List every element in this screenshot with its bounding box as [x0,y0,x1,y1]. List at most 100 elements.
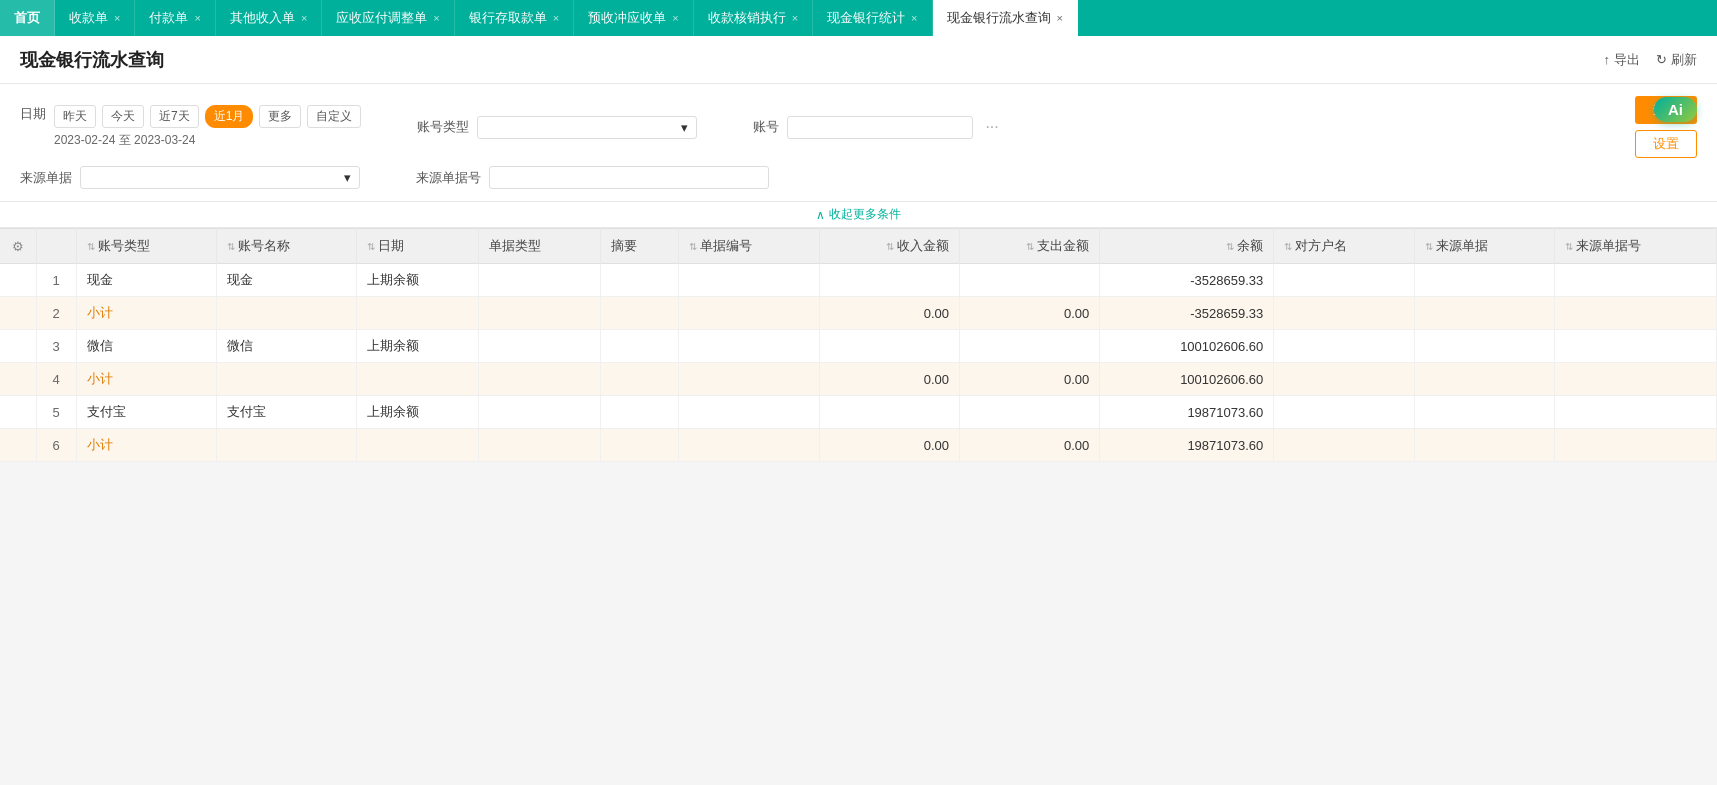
source-doc-no-label: 来源单据号 [416,169,481,187]
balance-cell: -3528659.33 [1100,264,1274,297]
account-filter: 账号 ··· [753,116,1002,139]
expense-cell: 0.00 [960,429,1100,462]
nav-cash-bank-stat-close[interactable]: × [911,12,917,24]
more-dots-icon[interactable]: ··· [981,118,1002,136]
settings-button[interactable]: 设置 [1635,130,1697,158]
source-doc-no-input[interactable] [489,166,769,189]
date-cell: 上期余额 [357,264,479,297]
index-cell: 1 [36,264,76,297]
source-doc-no-cell [1554,396,1716,429]
column-account-name[interactable]: ⇅账号名称 [216,229,356,264]
filter-row-1: 日期 昨天 今天 近7天 近1月 更多 自定义 2023-02-24 至 202… [20,96,1697,158]
balance-cell: 100102606.60 [1100,363,1274,396]
account-name-cell [216,429,356,462]
nav-pre-collect[interactable]: 预收冲应收单 × [574,0,693,36]
nav-cash-bank-stat[interactable]: 现金银行统计 × [813,0,932,36]
column-gear[interactable]: ⚙ [0,229,36,264]
nav-payment-label: 付款单 [149,9,188,27]
account-name-cell: 支付宝 [216,396,356,429]
account-name-cell [216,363,356,396]
nav-bank-deposit-label: 银行存取款单 [469,9,547,27]
source-doc-select[interactable]: ▾ [80,166,360,189]
export-button[interactable]: ↑ 导出 [1604,51,1641,69]
source-doc-cell [1414,429,1554,462]
table-row: 3 微信 微信 上期余额 100102606.60 [0,330,1717,363]
index-cell: 3 [36,330,76,363]
source-doc-no-cell [1554,330,1716,363]
nav-collect-verify[interactable]: 收款核销执行 × [694,0,813,36]
date-btn-today[interactable]: 今天 [102,105,144,128]
source-doc-chevron-icon: ▾ [344,170,351,185]
nav-other-income[interactable]: 其他收入单 × [216,0,322,36]
table-header-row: ⚙ ⇅账号类型 ⇅账号名称 ⇅日期 单据类型 摘要 ⇅单据编号 ⇅收入金额 ⇅支… [0,229,1717,264]
source-doc-cell [1414,330,1554,363]
nav-home[interactable]: 首页 [0,0,55,36]
account-type-cell: 现金 [76,264,216,297]
account-label: 账号 [753,118,779,136]
summary-cell [600,297,679,330]
column-date[interactable]: ⇅日期 [357,229,479,264]
date-btn-1month[interactable]: 近1月 [205,105,254,128]
date-btn-7days[interactable]: 近7天 [150,105,199,128]
index-cell: 5 [36,396,76,429]
date-btn-custom[interactable]: 自定义 [307,105,361,128]
column-index [36,229,76,264]
nav-collect-verify-close[interactable]: × [792,12,798,24]
source-doc-cell [1414,297,1554,330]
date-btn-yesterday[interactable]: 昨天 [54,105,96,128]
doc-no-cell [679,297,819,330]
summary-cell [600,264,679,297]
column-income[interactable]: ⇅收入金额 [819,229,959,264]
nav-receipt-close[interactable]: × [114,12,120,24]
nav-other-income-close[interactable]: × [301,12,307,24]
gear-cell[interactable] [0,264,36,297]
date-label: 日期 [20,105,46,123]
nav-ar-ap-close[interactable]: × [433,12,439,24]
account-type-cell: 小计 [76,297,216,330]
gear-cell[interactable] [0,363,36,396]
gear-cell[interactable] [0,297,36,330]
nav-payment[interactable]: 付款单 × [135,0,215,36]
counterpart-cell [1274,264,1414,297]
column-account-type[interactable]: ⇅账号类型 [76,229,216,264]
gear-cell[interactable] [0,330,36,363]
ai-assistant-button[interactable]: Ai [1654,97,1697,122]
doc-no-cell [679,264,819,297]
doc-no-cell [679,330,819,363]
nav-bank-deposit[interactable]: 银行存取款单 × [455,0,574,36]
collapse-label: 收起更多条件 [829,206,901,223]
account-name-cell: 微信 [216,330,356,363]
nav-receipt[interactable]: 收款单 × [55,0,135,36]
refresh-label: 刷新 [1671,51,1697,69]
column-expense[interactable]: ⇅支出金额 [960,229,1100,264]
date-btn-more[interactable]: 更多 [259,105,301,128]
nav-cash-bank-flow-close[interactable]: × [1057,12,1063,24]
account-type-select[interactable]: ▾ [477,116,697,139]
nav-payment-close[interactable]: × [194,12,200,24]
income-cell [819,330,959,363]
column-doc-no[interactable]: ⇅单据编号 [679,229,819,264]
column-counterpart[interactable]: ⇅对方户名 [1274,229,1414,264]
nav-bank-deposit-close[interactable]: × [553,12,559,24]
gear-cell[interactable] [0,429,36,462]
income-cell: 0.00 [819,297,959,330]
column-balance[interactable]: ⇅余额 [1100,229,1274,264]
counterpart-cell [1274,330,1414,363]
source-doc-filter: 来源单据 ▾ [20,166,360,189]
nav-cash-bank-flow[interactable]: 现金银行流水查询 × [933,0,1078,36]
column-source-doc[interactable]: ⇅来源单据 [1414,229,1554,264]
table-body: 1 现金 现金 上期余额 -3528659.33 2 小计 0.00 0.00 … [0,264,1717,462]
nav-collect-verify-label: 收款核销执行 [708,9,786,27]
account-input[interactable] [787,116,973,139]
column-source-doc-no[interactable]: ⇅来源单据号 [1554,229,1716,264]
collapse-bar[interactable]: ∧ 收起更多条件 [0,202,1717,228]
date-cell [357,363,479,396]
account-name-cell [216,297,356,330]
nav-ar-ap[interactable]: 应收应付调整单 × [322,0,454,36]
gear-cell[interactable] [0,396,36,429]
doc-type-cell [479,330,601,363]
refresh-button[interactable]: ↻ 刷新 [1656,51,1697,69]
nav-pre-collect-close[interactable]: × [672,12,678,24]
counterpart-cell [1274,297,1414,330]
nav-other-income-label: 其他收入单 [230,9,295,27]
